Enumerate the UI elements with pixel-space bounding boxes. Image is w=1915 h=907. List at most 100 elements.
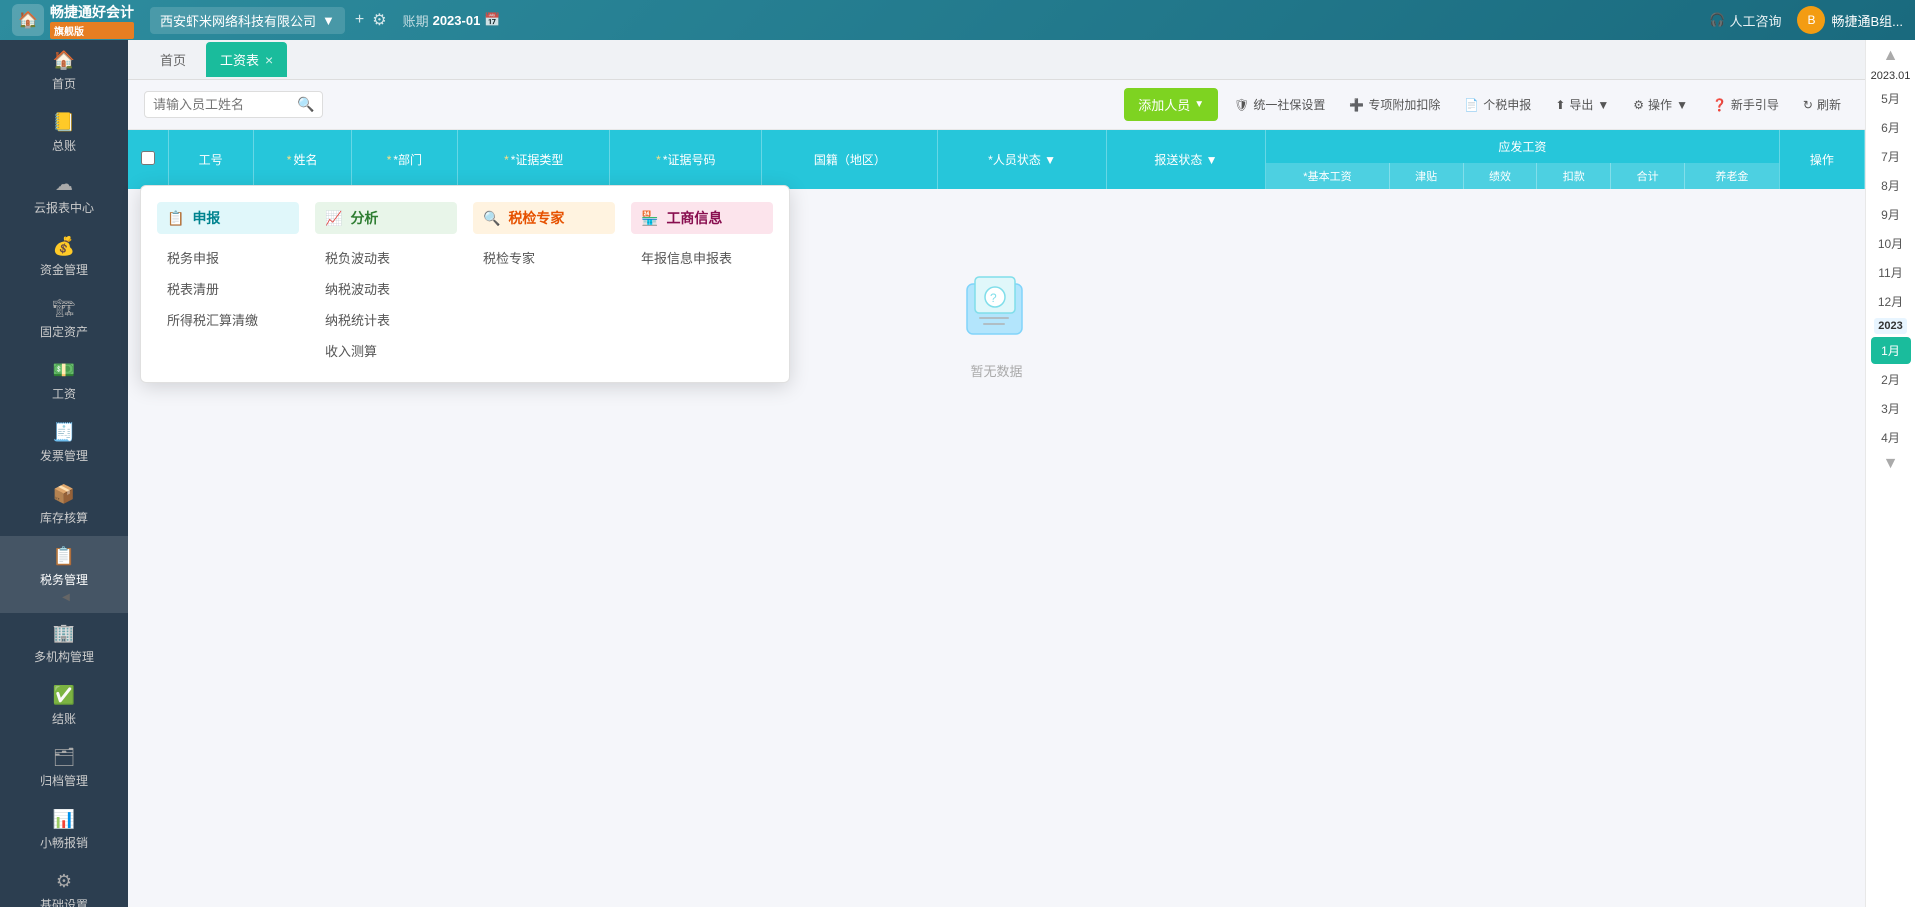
dropdown-item-tax-filing[interactable]: 税务申报: [157, 242, 299, 273]
tax-dropdown-menu: 📋 申报 税务申报 税表清册 所得税汇算清缴 📈 分析 税负波动表 纳税波动表 …: [140, 185, 790, 383]
analysis-icon: 📈: [325, 210, 342, 227]
dropdown-item-tax-schedule[interactable]: 税表清册: [157, 273, 299, 304]
settings-icon[interactable]: ⚙: [372, 10, 386, 30]
salary-icon: 💵: [53, 360, 75, 381]
sidebar-item-report[interactable]: 📊 小畅报销: [0, 799, 128, 861]
dropdown-item-income-tax[interactable]: 所得税汇算清缴: [157, 304, 299, 335]
sidebar-item-home[interactable]: 🏠 首页: [0, 40, 128, 102]
declaration-icon: 📋: [167, 210, 184, 227]
dropdown-item-annual-report[interactable]: 年报信息申报表: [631, 242, 773, 273]
calendar-icon[interactable]: 📅: [484, 12, 500, 28]
sidebar-item-archive[interactable]: 🗂 归档管理: [0, 737, 128, 799]
sidebar-item-inventory[interactable]: 📦 库存核算: [0, 474, 128, 536]
col-id-no: *证据号码: [610, 130, 762, 189]
dropdown-item-income-estimate[interactable]: 收入测算: [315, 335, 457, 366]
export-button[interactable]: ⬆ 导出 ▼: [1547, 92, 1617, 117]
operations-button[interactable]: ⚙ 操作 ▼: [1625, 92, 1696, 117]
month-7[interactable]: 7月: [1871, 143, 1911, 170]
analysis-header: 📈 分析: [315, 202, 457, 234]
month-9[interactable]: 9月: [1871, 201, 1911, 228]
month-4[interactable]: 4月: [1871, 424, 1911, 451]
dropdown-col-expert: 🔍 税检专家 税检专家: [473, 202, 615, 366]
col-id-type: *证据类型: [458, 130, 610, 189]
invoice-icon: 🧾: [53, 422, 75, 443]
sidebar-item-fund[interactable]: 💰 资金管理: [0, 226, 128, 288]
period-label: 账期: [403, 11, 429, 30]
sidebar-item-basic[interactable]: ⚙ 基础设置: [0, 861, 128, 907]
report-icon: 📊: [53, 809, 75, 830]
company-name: 西安虾米网络科技有限公司: [160, 11, 316, 30]
col-ops: 操作: [1779, 130, 1864, 189]
dropdown-col-business: 🏪 工商信息 年报信息申报表: [631, 202, 773, 366]
customer-service-button[interactable]: 🎧 人工咨询: [1709, 11, 1781, 30]
dropdown-grid: 📋 申报 税务申报 税表清册 所得税汇算清缴 📈 分析 税负波动表 纳税波动表 …: [157, 202, 773, 366]
add-person-button[interactable]: 添加人员 ▼: [1124, 88, 1218, 121]
sidebar-item-salary[interactable]: 💵 工资: [0, 350, 128, 412]
col-report-status: 报送状态 ▼: [1106, 130, 1265, 189]
search-icon: 🔍: [297, 96, 314, 113]
tab-home[interactable]: 首页: [144, 42, 202, 77]
date-nav-down[interactable]: ▼: [1876, 452, 1906, 476]
chevron-down-icon: ▼: [322, 13, 335, 28]
month-10[interactable]: 10月: [1871, 230, 1911, 257]
tax-declaration-button[interactable]: 📄 个税申报: [1456, 92, 1539, 117]
salary-table: 工号 姓名 *部门 *证据类型 *证据号码 国籍（地区） *人员状态 ▼ 报送状…: [128, 130, 1865, 189]
sidebar-item-ledger[interactable]: 📒 总账: [0, 102, 128, 164]
add-button[interactable]: +: [355, 11, 364, 29]
display-year: 2023.01: [1869, 68, 1913, 84]
company-selector[interactable]: 西安虾米网络科技有限公司 ▼: [150, 7, 345, 34]
tab-bar: 首页 工资表 ×: [128, 40, 1865, 80]
top-bar: 🏠 畅捷通好会计 旗舰版 西安虾米网络科技有限公司 ▼ + ⚙ 账期 2023-…: [0, 0, 1915, 40]
month-5[interactable]: 5月: [1871, 85, 1911, 112]
sidebar-item-tax[interactable]: 📋 税务管理 ◀: [0, 536, 128, 613]
col-id: 工号: [168, 130, 253, 189]
dropdown-item-expert[interactable]: 税检专家: [473, 242, 615, 273]
month-8[interactable]: 8月: [1871, 172, 1911, 199]
sidebar-item-multi[interactable]: 🏢 多机构管理: [0, 613, 128, 675]
home-icon: 🏠: [53, 50, 75, 71]
dropdown-item-tax-stats[interactable]: 纳税统计表: [315, 304, 457, 335]
sidebar: 🏠 首页 📒 总账 ☁ 云报表中心 💰 资金管理 🏗 固定资产 💵 工资 🧾 发…: [0, 40, 128, 907]
dropdown-item-tax-fluctuation[interactable]: 纳税波动表: [315, 273, 457, 304]
assets-icon: 🏗: [53, 298, 76, 319]
fund-icon: 💰: [53, 236, 75, 257]
svg-text:?: ?: [990, 291, 997, 305]
period-value: 2023-01: [433, 13, 481, 28]
guide-icon2: ❓: [1712, 98, 1727, 112]
select-all-checkbox[interactable]: [141, 151, 155, 165]
archive-icon: 🗂: [53, 747, 76, 768]
refresh-icon: ↻: [1803, 98, 1813, 112]
business-icon: 🏪: [641, 210, 658, 227]
month-12[interactable]: 12月: [1871, 288, 1911, 315]
settings-icon2: ⚙: [56, 871, 72, 892]
special-deduction-button[interactable]: ➕ 专项附加扣除: [1341, 92, 1448, 117]
avatar: B: [1797, 6, 1825, 34]
month-11[interactable]: 11月: [1871, 259, 1911, 286]
month-3[interactable]: 3月: [1871, 395, 1911, 422]
tax-icon: 📋: [53, 546, 75, 567]
col-performance: 绩效: [1463, 163, 1537, 189]
date-nav-up[interactable]: ▲: [1876, 44, 1906, 68]
top-right: 🎧 人工咨询 B 畅捷通B组...: [1709, 6, 1903, 34]
social-security-button[interactable]: 🛡 统一社保设置: [1226, 92, 1333, 117]
sidebar-item-assets[interactable]: 🏗 固定资产: [0, 288, 128, 350]
col-pension: 养老金: [1685, 163, 1780, 189]
declaration-header: 📋 申报: [157, 202, 299, 234]
sidebar-item-settle[interactable]: ✅ 结账: [0, 675, 128, 737]
refresh-button[interactable]: ↻ 刷新: [1795, 92, 1849, 117]
month-1[interactable]: 1月: [1871, 337, 1911, 364]
col-name: 姓名: [253, 130, 351, 189]
tab-salary-table[interactable]: 工资表 ×: [206, 42, 287, 77]
tab-close-icon[interactable]: ×: [265, 52, 273, 68]
sidebar-item-invoice[interactable]: 🧾 发票管理: [0, 412, 128, 474]
month-6[interactable]: 6月: [1871, 114, 1911, 141]
col-wage-group: 应发工资: [1266, 130, 1780, 163]
month-2[interactable]: 2月: [1871, 366, 1911, 393]
sidebar-item-cloud[interactable]: ☁ 云报表中心: [0, 164, 128, 226]
dropdown-item-tax-burden[interactable]: 税负波动表: [315, 242, 457, 273]
user-menu[interactable]: B 畅捷通B组...: [1797, 6, 1903, 34]
search-input[interactable]: [153, 97, 293, 112]
guide-button[interactable]: ❓ 新手引导: [1704, 92, 1787, 117]
ops-icon: ⚙: [1633, 98, 1644, 112]
export-icon: ⬆: [1555, 98, 1565, 112]
